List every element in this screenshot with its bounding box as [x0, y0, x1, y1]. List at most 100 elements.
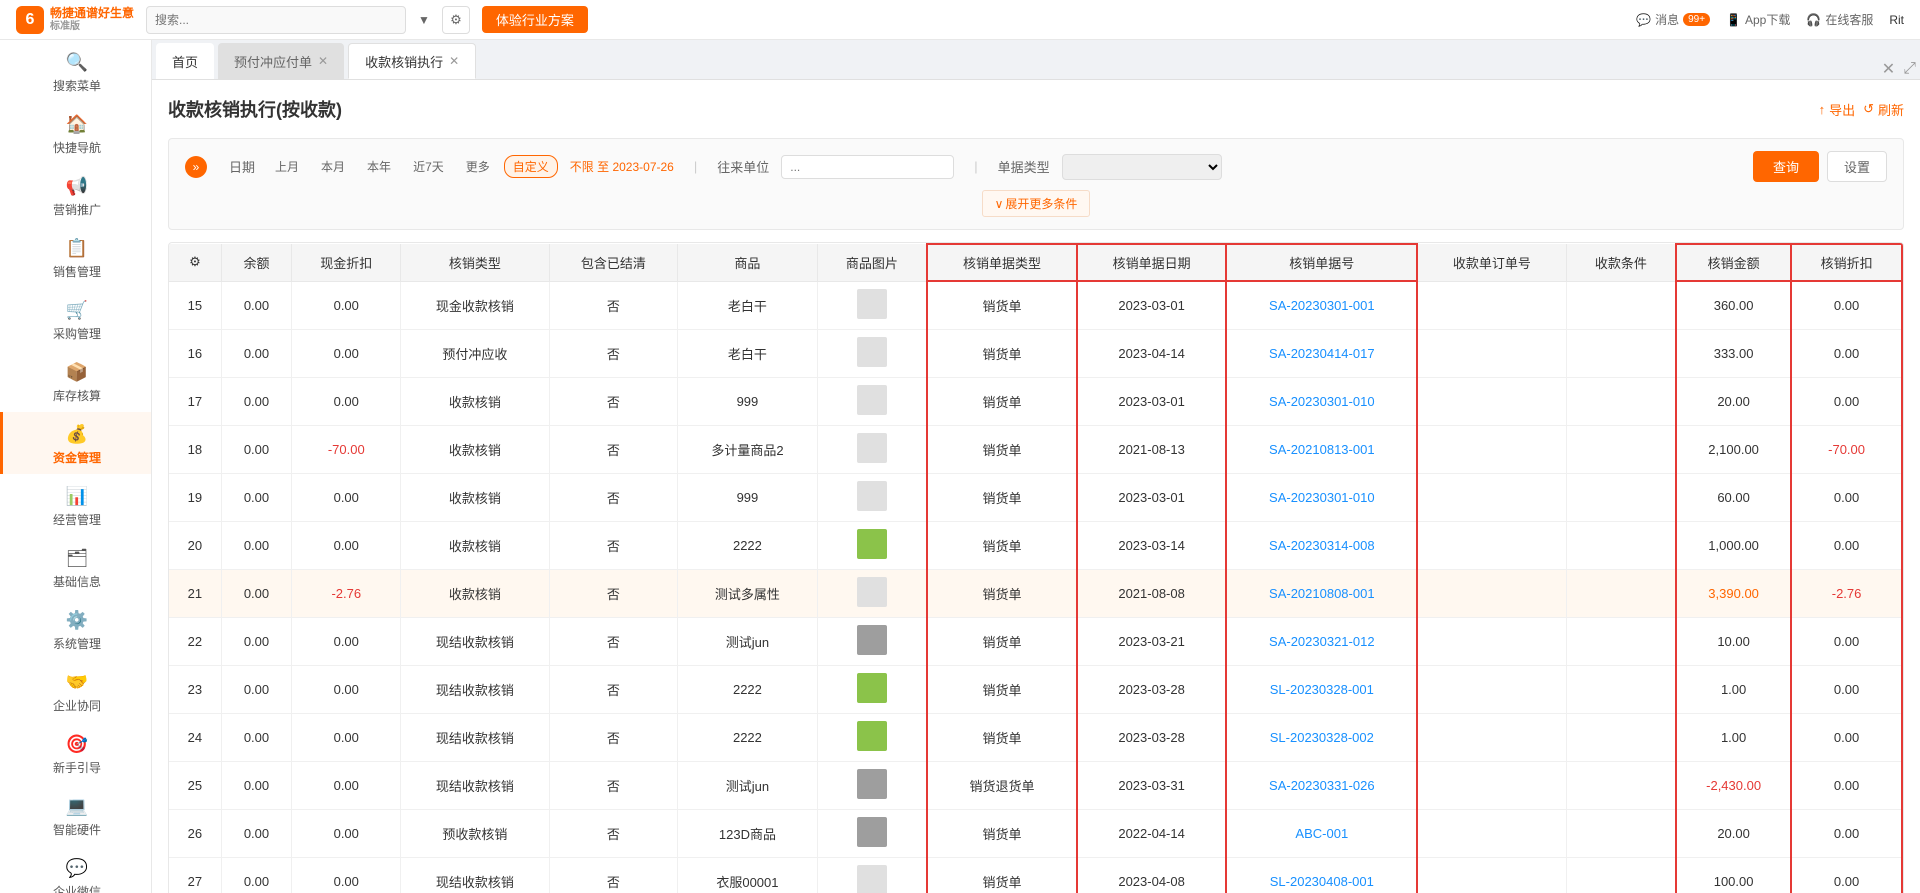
query-button[interactable]: 查询: [1753, 151, 1819, 182]
sidebar-item-nav[interactable]: 🏠 快捷导航: [0, 102, 151, 164]
cell-verify-type: 收款核销: [401, 425, 549, 473]
cell-balance: 0.00: [221, 665, 291, 713]
cell-cash-discount: 0.00: [292, 329, 401, 377]
user-avatar[interactable]: Rit: [1889, 13, 1904, 27]
sidebar-item-finance[interactable]: 💰 资金管理: [0, 412, 151, 474]
cell-goods: 测试jun: [678, 761, 817, 809]
refresh-button[interactable]: ↺ 刷新: [1863, 100, 1904, 119]
cell-receipt-condition: [1566, 713, 1676, 761]
top-dropdown[interactable]: ▼: [418, 13, 430, 27]
cell-verify-bill-no[interactable]: SA-20230414-017: [1226, 329, 1417, 377]
sidebar-item-management[interactable]: 📊 经营管理: [0, 474, 151, 536]
table-row: 27 0.00 0.00 现结收款核销 否 衣服00001 销货单 2023-0…: [169, 857, 1902, 893]
sidebar-item-search[interactable]: 🔍 搜索菜单: [0, 40, 151, 102]
setting-button[interactable]: 设置: [1827, 151, 1887, 182]
sidebar-item-wechat[interactable]: 💬 企业微信: [0, 846, 151, 893]
export-button[interactable]: ↑ 导出: [1819, 100, 1856, 119]
top-search-input[interactable]: [146, 6, 406, 34]
partner-filter-input[interactable]: [781, 155, 954, 179]
sidebar-item-sales[interactable]: 📋 销售管理: [0, 226, 151, 288]
sidebar-item-system[interactable]: ⚙️ 系统管理: [0, 598, 151, 660]
cell-goods-img: [817, 473, 927, 521]
date-tag-7days[interactable]: 近7天: [405, 156, 452, 177]
date-tag-this-year[interactable]: 本年: [359, 156, 399, 177]
sidebar-item-guide[interactable]: 🎯 新手引导: [0, 722, 151, 784]
top-right-area: 💬 消息 99+ 📱 App下载 🎧 在线客服 Rit: [1636, 11, 1904, 28]
guide-icon: 🎯: [66, 734, 88, 755]
industry-button[interactable]: 体验行业方案: [482, 6, 588, 33]
cell-verify-bill-date: 2022-04-14: [1077, 809, 1227, 857]
date-tag-custom[interactable]: 自定义: [504, 155, 558, 178]
cell-verify-bill-no[interactable]: ABC-001: [1226, 809, 1417, 857]
cell-goods: 123D商品: [678, 809, 817, 857]
bill-type-filter-select[interactable]: [1062, 154, 1222, 180]
table-row: 24 0.00 0.00 现结收款核销 否 2222 销货单 2023-03-2…: [169, 713, 1902, 761]
cell-verify-bill-no[interactable]: SA-20230301-010: [1226, 377, 1417, 425]
cell-verify-type: 现结收款核销: [401, 617, 549, 665]
tab-prepay[interactable]: 预付冲应付单 ✕: [218, 43, 344, 79]
sidebar-item-marketing[interactable]: 📢 营销推广: [0, 164, 151, 226]
cell-cash-discount: 0.00: [292, 761, 401, 809]
main-table: ⚙ 余额 现金折扣 核销类型 包含已结清 商品 商品图片 核销单据类型 核销单据…: [169, 243, 1903, 893]
online-service-button[interactable]: 🎧 在线客服: [1806, 11, 1873, 28]
tab-bar: 首页 预付冲应付单 ✕ 收款核销执行 ✕ ✕ ⤢: [152, 40, 1920, 80]
date-tag-last-month[interactable]: 上月: [267, 156, 307, 177]
cell-cash-discount: 0.00: [292, 665, 401, 713]
date-tag-this-month[interactable]: 本月: [313, 156, 353, 177]
sidebar-item-hardware[interactable]: 💻 智能硬件: [0, 784, 151, 846]
sidebar: 🔍 搜索菜单 🏠 快捷导航 📢 营销推广 📋 销售管理 🛒 采购管理 📦 库存核…: [0, 40, 152, 893]
app-download-button[interactable]: 📱 App下载: [1726, 11, 1790, 28]
close-window-icon[interactable]: ✕: [1882, 59, 1895, 79]
sidebar-item-inventory[interactable]: 📦 库存核算: [0, 350, 151, 412]
cell-goods-img: [817, 761, 927, 809]
content-area: 首页 预付冲应付单 ✕ 收款核销执行 ✕ ✕ ⤢ 收款核销执行(按收款) ↑: [152, 40, 1920, 893]
cell-verify-bill-no[interactable]: SA-20230314-008: [1226, 521, 1417, 569]
sidebar-item-purchase[interactable]: 🛒 采购管理: [0, 288, 151, 350]
cell-verify-discount: 0.00: [1791, 377, 1902, 425]
expand-filter-button[interactable]: ∨ 展开更多条件: [982, 190, 1091, 217]
cell-goods: 测试jun: [678, 617, 817, 665]
cell-verify-type: 预付冲应收: [401, 329, 549, 377]
cell-include-settled: 否: [549, 521, 678, 569]
cell-goods-img: [817, 857, 927, 893]
cell-verify-bill-no[interactable]: SL-20230408-001: [1226, 857, 1417, 893]
table-body: 15 0.00 0.00 现金收款核销 否 老白干 销货单 2023-03-01…: [169, 281, 1902, 893]
cell-verify-bill-no[interactable]: SA-20230321-012: [1226, 617, 1417, 665]
cell-balance: 0.00: [221, 281, 291, 329]
sidebar-item-collab[interactable]: 🤝 企业协同: [0, 660, 151, 722]
messages-button[interactable]: 💬 消息 99+: [1636, 11, 1710, 28]
cell-include-settled: 否: [549, 473, 678, 521]
cell-verify-bill-no[interactable]: SA-20210813-001: [1226, 425, 1417, 473]
cell-verify-bill-no[interactable]: SA-20230331-026: [1226, 761, 1417, 809]
tab-home[interactable]: 首页: [156, 43, 214, 79]
cell-verify-bill-no[interactable]: SA-20230301-010: [1226, 473, 1417, 521]
cell-balance: 0.00: [221, 425, 291, 473]
toggle-filter-button[interactable]: »: [185, 156, 207, 178]
cell-verify-amount: 60.00: [1676, 473, 1791, 521]
maximize-window-icon[interactable]: ⤢: [1903, 60, 1916, 78]
col-verify-amount: 核销金额: [1676, 244, 1791, 281]
cell-verify-bill-type: 销货单: [927, 713, 1077, 761]
tab-receipt[interactable]: 收款核销执行 ✕: [348, 43, 476, 79]
cell-verify-bill-no[interactable]: SL-20230328-002: [1226, 713, 1417, 761]
cell-verify-amount: 333.00: [1676, 329, 1791, 377]
cell-verify-bill-date: 2023-03-01: [1077, 377, 1227, 425]
system-icon: ⚙️: [66, 610, 88, 631]
gear-button[interactable]: ⚙: [442, 6, 470, 34]
cell-verify-bill-no[interactable]: SL-20230328-001: [1226, 665, 1417, 713]
cell-receipt-order-no: [1417, 809, 1566, 857]
cell-verify-amount: 3,390.00: [1676, 569, 1791, 617]
cell-verify-type: 现结收款核销: [401, 713, 549, 761]
col-verify-bill-date: 核销单据日期: [1077, 244, 1227, 281]
date-tag-more[interactable]: 更多: [458, 156, 498, 177]
cell-verify-bill-no[interactable]: SA-20230301-001: [1226, 281, 1417, 329]
tab-close-prepay[interactable]: ✕: [318, 54, 328, 68]
cell-balance: 0.00: [221, 329, 291, 377]
sidebar-item-base[interactable]: 🗂 基础信息: [0, 536, 151, 598]
home-icon: 🏠: [66, 114, 88, 135]
tab-close-receipt[interactable]: ✕: [449, 54, 459, 68]
table-row: 23 0.00 0.00 现结收款核销 否 2222 销货单 2023-03-2…: [169, 665, 1902, 713]
cell-verify-bill-no[interactable]: SA-20210808-001: [1226, 569, 1417, 617]
cell-balance: 0.00: [221, 809, 291, 857]
finance-icon: 💰: [66, 424, 88, 445]
